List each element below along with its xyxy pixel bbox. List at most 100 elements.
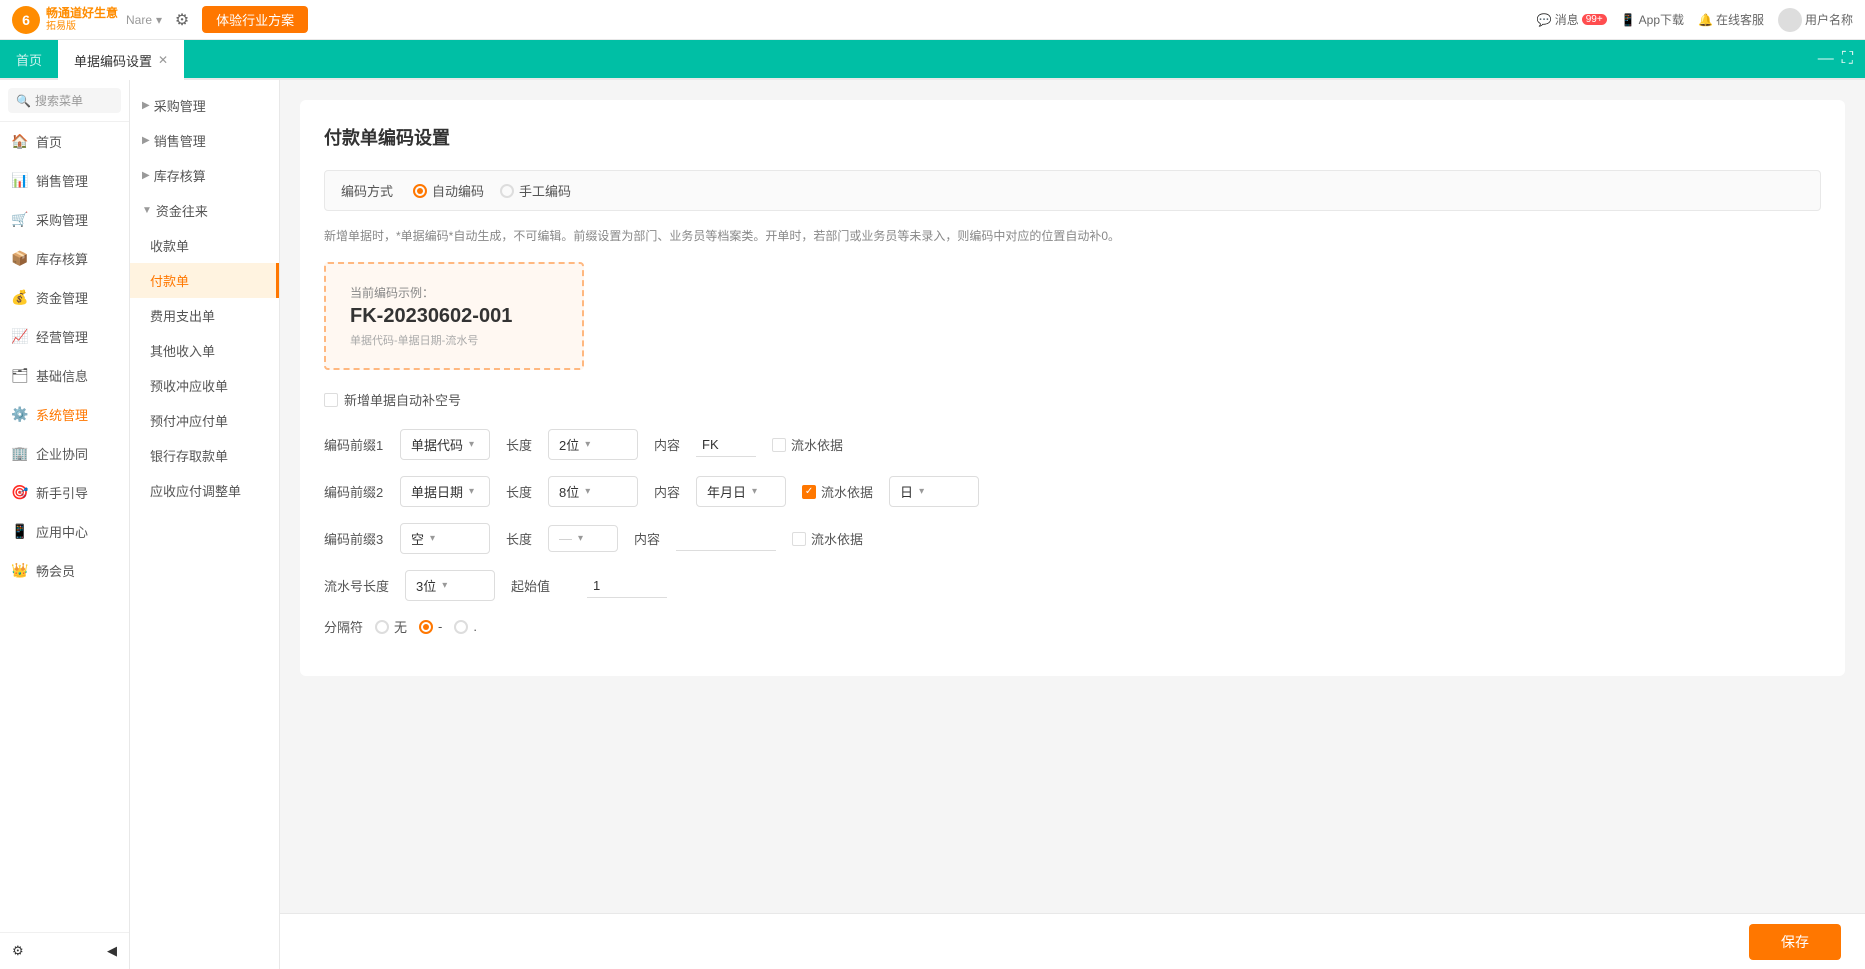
chevron-down-icon-8: ▾ xyxy=(578,533,583,544)
content2-select[interactable]: 年月日 ▾ xyxy=(696,476,786,507)
length2-label: 长度 xyxy=(506,482,532,501)
minimize-icon[interactable]: — xyxy=(1818,50,1834,68)
finance-icon: 💰 xyxy=(12,290,28,306)
sidebar-item-purchase[interactable]: 🛒 采购管理 xyxy=(0,200,129,239)
sub-group-purchase[interactable]: ▶ 采购管理 xyxy=(130,88,279,123)
auto-fill-checkbox[interactable] xyxy=(324,393,338,407)
tab-home[interactable]: 首页 xyxy=(0,40,58,80)
serial3-check[interactable]: 流水依据 xyxy=(792,529,863,548)
encoding-mode-row: 编码方式 自动编码 手工编码 xyxy=(324,170,1821,211)
sep-none-dot xyxy=(375,620,389,634)
manual-code-radio[interactable]: 手工编码 xyxy=(500,181,571,200)
message-button[interactable]: 💬 消息 99+ xyxy=(1537,11,1607,28)
sidebar-item-apps[interactable]: 📱 应用中心 xyxy=(0,512,129,551)
length3-select[interactable]: — ▾ xyxy=(548,525,618,552)
sub-item-prereceive[interactable]: 预收冲应收单 xyxy=(130,368,279,403)
content1-input[interactable] xyxy=(696,433,756,457)
logo-text: 畅通道好生意 拓易版 xyxy=(46,6,118,32)
sub-item-payment[interactable]: 付款单 xyxy=(130,263,279,298)
sidebar-item-home[interactable]: 🏠 首页 xyxy=(0,122,129,161)
chevron-down-icon-3: ▾ xyxy=(469,486,474,497)
tab-bar-actions: — ⛶ xyxy=(1818,50,1865,68)
sidebar-item-sales[interactable]: 📊 销售管理 xyxy=(0,161,129,200)
sidebar-item-inventory[interactable]: 📦 库存核算 xyxy=(0,239,129,278)
sub-item-receipt[interactable]: 收款单 xyxy=(130,228,279,263)
sub-item-adjust[interactable]: 应收应付调整单 xyxy=(130,473,279,508)
gear-icon[interactable]: ⚙ xyxy=(170,8,194,32)
user-area[interactable]: 用户名称 xyxy=(1778,8,1853,32)
sidebar-item-system[interactable]: ⚙️ 系统管理 xyxy=(0,395,129,434)
encoding-mode-label: 编码方式 xyxy=(341,181,393,200)
sidebar-item-finance[interactable]: 💰 资金管理 xyxy=(0,278,129,317)
auto-fill-row[interactable]: 新增单据自动补空号 xyxy=(324,390,1821,409)
sidebar-item-guide[interactable]: 🎯 新手引导 xyxy=(0,473,129,512)
sub-item-prepay[interactable]: 预付冲应付单 xyxy=(130,403,279,438)
serial2-check[interactable]: ✓ 流水依据 xyxy=(802,482,873,501)
tab-bar: 首页 单据编码设置 ✕ — ⛶ xyxy=(0,40,1865,80)
sidebar-item-member[interactable]: 👑 畅会员 xyxy=(0,551,129,590)
sidebar-item-operation[interactable]: 📈 经营管理 xyxy=(0,317,129,356)
chevron-down-icon-7: ▾ xyxy=(430,533,435,544)
cycle2-select[interactable]: 日 ▾ xyxy=(889,476,979,507)
sub-group-sales[interactable]: ▶ 销售管理 xyxy=(130,123,279,158)
content3-label: 内容 xyxy=(634,529,660,548)
base-icon: 🗂 xyxy=(12,368,28,384)
start-value-input[interactable] xyxy=(587,574,667,598)
length2-select[interactable]: 8位 ▾ xyxy=(548,476,638,507)
search-input-wrapper[interactable]: 🔍 搜索菜单 xyxy=(8,88,121,113)
form-row-prefix1: 编码前缀1 单据代码 ▾ 长度 2位 ▾ 内容 流水依据 xyxy=(324,429,1821,460)
prefix2-label: 编码前缀2 xyxy=(324,482,384,501)
length1-label: 长度 xyxy=(506,435,532,454)
breadcrumb: Nare ▾ xyxy=(126,13,162,27)
content3-input[interactable] xyxy=(676,527,776,551)
length1-select[interactable]: 2位 ▾ xyxy=(548,429,638,460)
tab-close-icon[interactable]: ✕ xyxy=(158,53,168,67)
sub-group-inventory[interactable]: ▶ 库存核算 xyxy=(130,158,279,193)
sep-dash-radio[interactable]: - xyxy=(419,619,442,634)
home-icon: 🏠 xyxy=(12,134,28,150)
sep-dot-radio[interactable]: . xyxy=(454,619,477,634)
sub-group-finance[interactable]: ▼ 资金往来 xyxy=(130,193,279,228)
sep-none-radio[interactable]: 无 xyxy=(375,617,407,636)
trial-button[interactable]: 体验行业方案 xyxy=(202,6,308,33)
sidebar-item-base[interactable]: 🗂 基础信息 xyxy=(0,356,129,395)
serial2-checkbox-checked[interactable]: ✓ xyxy=(802,485,816,499)
online-service-button[interactable]: 🔔 在线客服 xyxy=(1698,11,1764,28)
collapse-icon[interactable]: ◀ xyxy=(107,943,117,959)
sub-item-bank[interactable]: 银行存取款单 xyxy=(130,438,279,473)
serial3-checkbox[interactable] xyxy=(792,532,806,546)
top-header: 6 畅通道好生意 拓易版 Nare ▾ ⚙ 体验行业方案 💬 消息 99+ 📱 … xyxy=(0,0,1865,40)
save-button[interactable]: 保存 xyxy=(1749,924,1841,960)
separator-row: 分隔符 无 - . xyxy=(324,617,1821,636)
serial-length-label: 流水号长度 xyxy=(324,576,389,595)
tab-encoding[interactable]: 单据编码设置 ✕ xyxy=(58,40,184,80)
content-footer: 保存 xyxy=(280,913,1865,969)
sidebar: 🔍 搜索菜单 🏠 首页 📊 销售管理 🛒 采购管理 📦 库存核算 💰 资金管理 … xyxy=(0,80,130,969)
arrow-down-icon: ▼ xyxy=(142,205,152,216)
inventory-icon: 📦 xyxy=(12,251,28,267)
sidebar-item-enterprise[interactable]: 🏢 企业协同 xyxy=(0,434,129,473)
app-download-button[interactable]: 📱 App下载 xyxy=(1621,11,1684,28)
sub-item-other-income[interactable]: 其他收入单 xyxy=(130,333,279,368)
member-icon: 👑 xyxy=(12,563,28,579)
logo-area: 6 畅通道好生意 拓易版 xyxy=(12,6,118,34)
serial1-checkbox[interactable] xyxy=(772,438,786,452)
maximize-icon[interactable]: ⛶ xyxy=(1842,50,1853,68)
chevron-down-icon-2: ▾ xyxy=(585,439,590,450)
chevron-down-icon-6: ▾ xyxy=(919,486,924,497)
content-card: 付款单编码设置 编码方式 自动编码 手工编码 新增单据时，*单据编码*自动生成，… xyxy=(300,100,1845,676)
sidebar-bottom: ⚙ ◀ xyxy=(0,932,129,969)
settings-icon[interactable]: ⚙ xyxy=(12,943,24,959)
prefix2-select[interactable]: 单据日期 ▾ xyxy=(400,476,490,507)
auto-code-radio[interactable]: 自动编码 xyxy=(413,181,484,200)
sidebar-search-area[interactable]: 🔍 搜索菜单 xyxy=(0,80,129,122)
prefix1-label: 编码前缀1 xyxy=(324,435,384,454)
serial1-check[interactable]: 流水依据 xyxy=(772,435,843,454)
sub-item-expense[interactable]: 费用支出单 xyxy=(130,298,279,333)
arrow-right-icon: ▶ xyxy=(142,100,150,111)
arrow-right-icon-2: ▶ xyxy=(142,135,150,146)
serial-length-select[interactable]: 3位 ▾ xyxy=(405,570,495,601)
prefix3-select[interactable]: 空 ▾ xyxy=(400,523,490,554)
prefix1-select[interactable]: 单据代码 ▾ xyxy=(400,429,490,460)
purchase-icon: 🛒 xyxy=(12,212,28,228)
